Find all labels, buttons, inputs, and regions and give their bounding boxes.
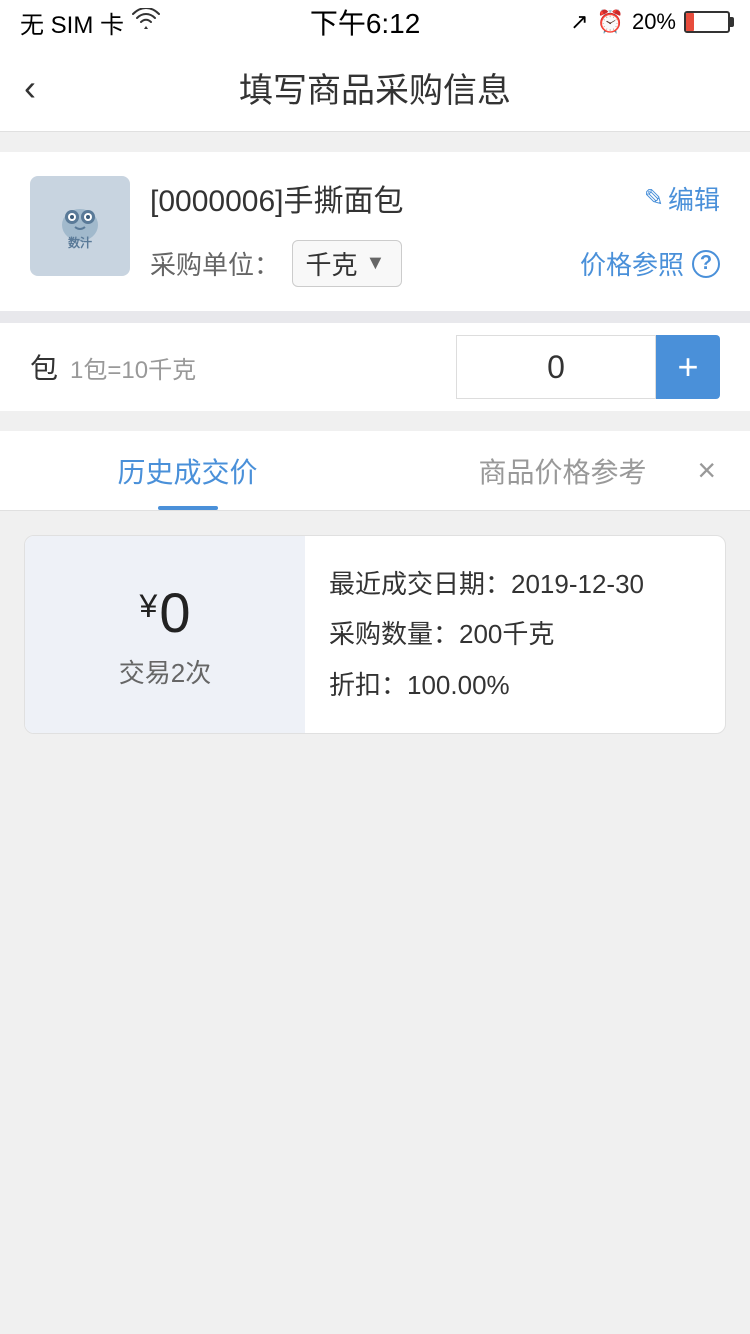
price-card: ¥ 0 交易2次 最近成交日期：2019-12-30 采购数量：200千克 折扣…: [24, 535, 726, 734]
unit-name: 包: [30, 347, 58, 387]
detail-discount-label: 折扣：: [329, 670, 407, 700]
edit-label: 编辑: [668, 180, 720, 217]
tab-history-price[interactable]: 历史成交价: [0, 431, 375, 510]
price-card-left: ¥ 0 交易2次: [25, 536, 305, 733]
unit-info: 包 1包=10千克: [30, 347, 196, 387]
detail-row-discount: 折扣：100.00%: [329, 667, 701, 703]
detail-row-quantity: 采购数量：200千克: [329, 616, 701, 652]
tab-history-price-label: 历史成交价: [117, 451, 257, 491]
product-card: 数汁 [0000006]手撕面包 ✎ 编辑 采购单位： 千克 ▼ 价格参照 ?: [0, 152, 750, 311]
product-header: [0000006]手撕面包 ✎ 编辑: [150, 176, 720, 220]
quantity-input[interactable]: 0: [456, 335, 656, 399]
alarm-icon: ⏰: [597, 9, 624, 35]
help-icon: ?: [692, 250, 720, 278]
detail-date-label: 最近成交日期：: [329, 569, 511, 599]
currency-symbol: ¥: [140, 588, 158, 625]
transaction-count: 交易2次: [119, 653, 211, 690]
detail-quantity-label: 采购数量：: [329, 619, 459, 649]
carrier-label: 无 SIM 卡: [20, 5, 124, 40]
tab-close-button[interactable]: ×: [687, 442, 726, 499]
location-icon: ↗: [570, 9, 588, 35]
unit-value: 千克: [305, 245, 357, 282]
product-thumbnail: 数汁: [30, 176, 130, 276]
quantity-plus-button[interactable]: +: [656, 335, 720, 399]
product-info: [0000006]手撕面包 ✎ 编辑 采购单位： 千克 ▼ 价格参照 ?: [150, 176, 720, 287]
tab-product-price-ref-label: 商品价格参考: [478, 451, 646, 491]
content-area: ¥ 0 交易2次 最近成交日期：2019-12-30 采购数量：200千克 折扣…: [0, 511, 750, 911]
quantity-controls: 0 +: [456, 335, 720, 399]
unit-selector-group: 采购单位： 千克 ▼: [150, 240, 402, 287]
quantity-row: 包 1包=10千克 0 +: [0, 323, 750, 411]
detail-discount-value: 100.00%: [407, 670, 510, 700]
price-reference-button[interactable]: 价格参照 ?: [580, 245, 720, 282]
product-logo-icon: 数汁: [50, 191, 110, 261]
back-button[interactable]: ‹: [24, 67, 36, 109]
status-left: 无 SIM 卡: [20, 5, 160, 40]
unit-conversion: 1包=10千克: [70, 350, 196, 385]
tab-active-indicator: [158, 506, 218, 510]
tab-bar: 历史成交价 商品价格参考 ×: [0, 431, 750, 511]
section-divider: [0, 311, 750, 323]
price-amount: ¥ 0: [140, 580, 191, 645]
svg-text:数汁: 数汁: [68, 235, 92, 250]
price-ref-label: 价格参照: [580, 245, 684, 282]
status-time: 下午6:12: [310, 2, 421, 42]
edit-icon: ✎: [644, 184, 664, 213]
battery-pct: 20%: [632, 9, 676, 35]
page-title: 填写商品采购信息: [239, 63, 511, 112]
detail-row-date: 最近成交日期：2019-12-30: [329, 566, 701, 602]
wifi-icon: [132, 8, 160, 37]
unit-prefix: 采购单位：: [150, 250, 280, 280]
quantity-value: 0: [547, 349, 565, 386]
unit-select-dropdown[interactable]: 千克 ▼: [292, 240, 402, 287]
dropdown-arrow-icon: ▼: [365, 252, 385, 275]
product-name: [0000006]手撕面包: [150, 176, 403, 220]
price-card-right: 最近成交日期：2019-12-30 采购数量：200千克 折扣：100.00%: [305, 536, 725, 733]
status-right: ↗ ⏰ 20%: [570, 9, 730, 35]
nav-bar: ‹ 填写商品采购信息: [0, 44, 750, 132]
edit-button[interactable]: ✎ 编辑: [644, 180, 720, 217]
detail-date-value: 2019-12-30: [511, 569, 644, 599]
product-unit-row: 采购单位： 千克 ▼ 价格参照 ?: [150, 240, 720, 287]
detail-quantity-value: 200千克: [459, 619, 554, 649]
status-bar: 无 SIM 卡 下午6:12 ↗ ⏰ 20%: [0, 0, 750, 44]
price-value: 0: [159, 580, 190, 645]
battery-icon: [684, 11, 730, 33]
